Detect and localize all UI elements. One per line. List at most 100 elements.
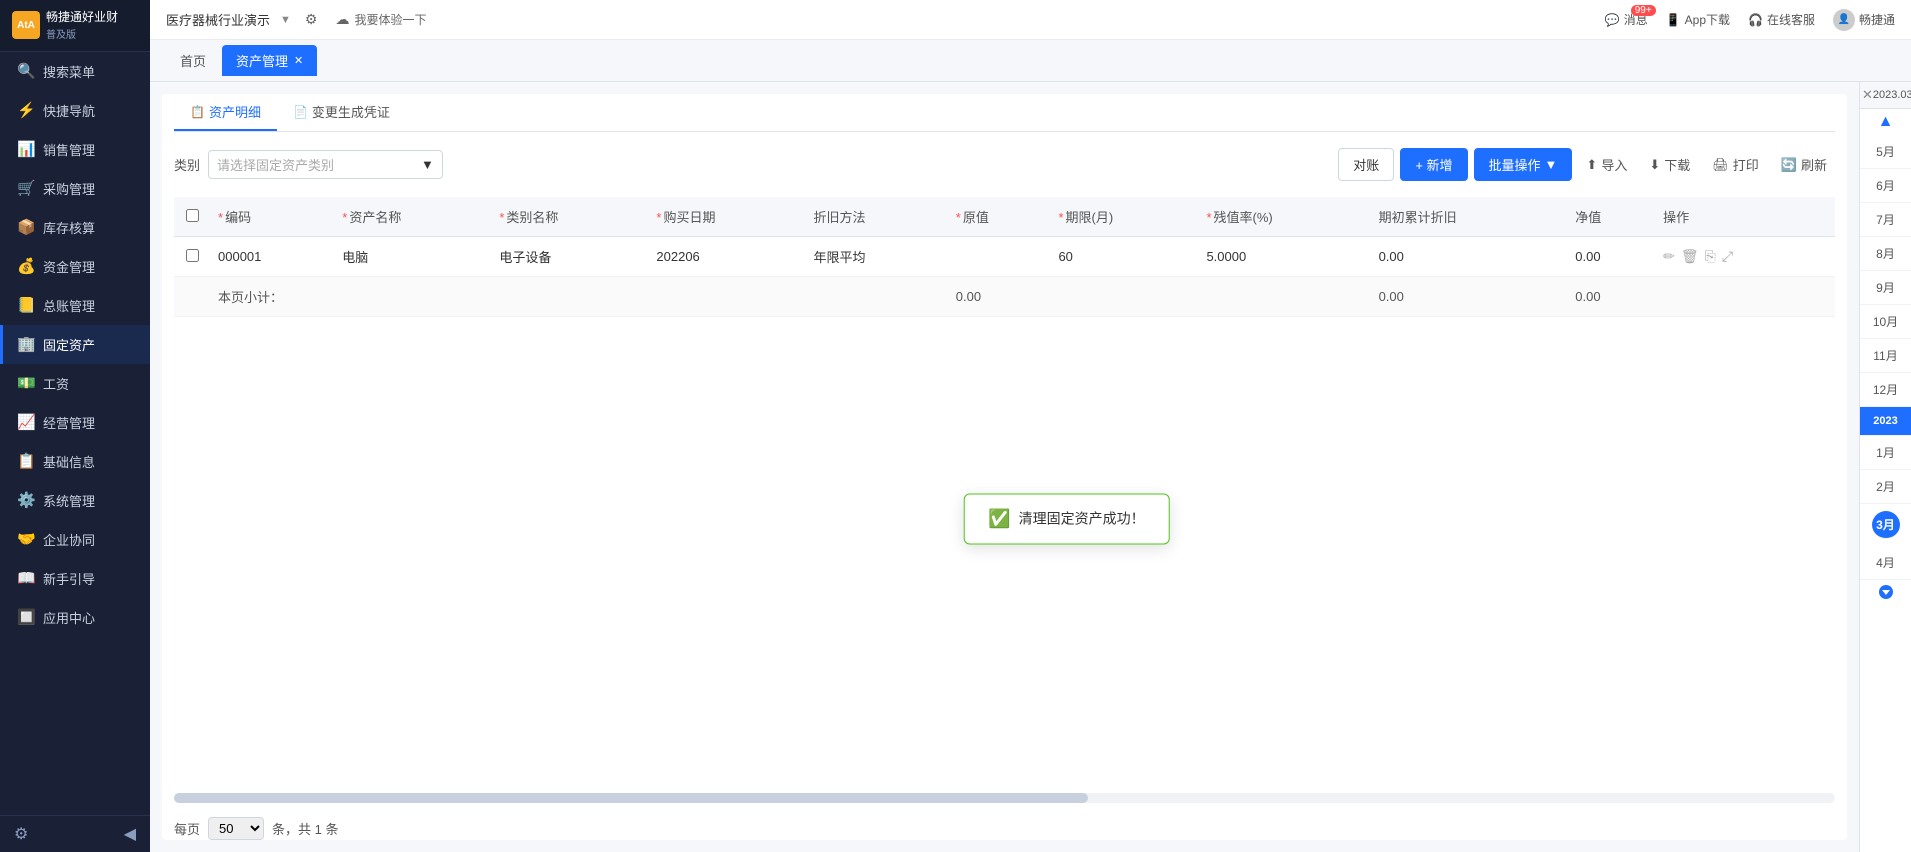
edit-icon[interactable]: ✏ (1663, 248, 1675, 265)
td-subtotal-period (1050, 277, 1198, 317)
new-button[interactable]: + 新增 (1400, 148, 1467, 181)
timeline-month-2[interactable]: 2月 (1860, 470, 1911, 504)
import-label: 导入 (1601, 155, 1627, 174)
timeline-month-6[interactable]: 6月 (1860, 169, 1911, 203)
system-icon: ⚙️ (17, 491, 35, 509)
timeline-month-8[interactable]: 8月 (1860, 237, 1911, 271)
td-checkbox (174, 237, 210, 277)
timeline-month-11[interactable]: 11月 (1860, 339, 1911, 373)
user-area[interactable]: 👤 畅捷通 (1833, 9, 1895, 31)
timeline-month-7[interactable]: 7月 (1860, 203, 1911, 237)
filter-category-label: 类别 (174, 155, 200, 174)
sidebar-item-label: 总账管理 (43, 296, 95, 315)
copy-icon[interactable]: ⎘ (1705, 248, 1716, 265)
scrollbar-thumb (174, 793, 1088, 803)
sidebar-item-quick-nav[interactable]: ⚡ 快捷导航 (0, 91, 150, 130)
timeline-month-4[interactable]: 4月 (1860, 546, 1911, 580)
right-panel-year: 2023.03 (1873, 89, 1911, 101)
topbar-right: 💬 消息 99+ 📱 App下载 🎧 在线客服 👤 畅捷通 (1605, 9, 1895, 31)
batch-button[interactable]: 批量操作 ▼ (1474, 148, 1573, 181)
enterprise-icon: 🤝 (17, 530, 35, 548)
th-actions: 操作 (1655, 197, 1835, 237)
td-category: 电子设备 (491, 237, 648, 277)
timeline-scroll[interactable]: ▲ 5月 6月 7月 8月 9月 10月 11月 12月 2023 1月 2月 … (1860, 109, 1911, 852)
app-download-icon: 📱 (1666, 13, 1681, 27)
sidebar-item-funds[interactable]: 💰 资金管理 (0, 247, 150, 286)
sidebar-item-fixed-assets[interactable]: 🏢 固定资产 (0, 325, 150, 364)
sidebar-item-ledger[interactable]: 📒 总账管理 (0, 286, 150, 325)
filter-category-select[interactable]: 请选择固定资产类别 ▼ (208, 150, 443, 179)
print-button[interactable]: 🖨 打印 (1704, 149, 1767, 180)
filter-category-placeholder: 请选择固定资产类别 (217, 155, 417, 174)
timeline-month-5[interactable]: 5月 (1860, 135, 1911, 169)
sidebar-item-label: 固定资产 (43, 335, 95, 354)
td-subtotal-checkbox (174, 277, 210, 317)
online-service-label: 在线客服 (1767, 11, 1815, 28)
print-label: 打印 (1733, 155, 1759, 174)
th-initial-accumulated: 期初累计折旧 (1371, 197, 1568, 237)
subtab-asset-detail[interactable]: 📋 资产明细 (174, 94, 277, 131)
subtab-change-voucher[interactable]: 📄 变更生成凭证 (277, 94, 406, 131)
salary-icon: 💵 (17, 374, 35, 392)
sidebar-item-basics[interactable]: 📋 基础信息 (0, 442, 150, 481)
tabbar: 首页 资产管理 ✕ (150, 40, 1911, 82)
select-all-checkbox[interactable] (186, 209, 199, 222)
apps-icon: 🔲 (17, 608, 35, 626)
td-subtotal-net: 0.00 (1567, 277, 1655, 317)
per-page-select[interactable]: 50 10 20 100 (208, 817, 264, 840)
th-period: *期限(月) (1050, 197, 1198, 237)
timeline-nav-up[interactable]: ▲ (1860, 109, 1911, 135)
sidebar-item-salary[interactable]: 💵 工资 (0, 364, 150, 403)
timeline-nav-down[interactable] (1860, 580, 1911, 609)
right-panel-close-icon[interactable]: ✕ (1862, 87, 1873, 103)
horizontal-scrollbar[interactable] (174, 793, 1835, 803)
sidebar-item-enterprise[interactable]: 🤝 企业协同 (0, 520, 150, 559)
td-subtotal-label: 本页小计： (210, 277, 948, 317)
message-button[interactable]: 💬 消息 99+ (1605, 11, 1648, 28)
subtabs: 📋 资产明细 📄 变更生成凭证 (174, 94, 1835, 132)
sidebar-item-label: 搜索菜单 (43, 62, 95, 81)
topbar: 医疗器械行业演示 ▼ ⚙ ☁ 我要体验一下 💬 消息 99+ 📱 App下载 🎧… (150, 0, 1911, 40)
settings-gear-icon[interactable]: ⚙ (305, 11, 318, 28)
experience-label[interactable]: 我要体验一下 (354, 11, 426, 28)
app-download-button[interactable]: 📱 App下载 (1666, 11, 1730, 28)
sidebar-item-operations[interactable]: 📈 经营管理 (0, 403, 150, 442)
reconcile-button[interactable]: 对账 (1338, 148, 1394, 181)
subtotal-label: 本页小计： (218, 290, 283, 305)
refresh-button[interactable]: 🔄 刷新 (1773, 149, 1835, 180)
company-dropdown-icon[interactable]: ▼ (280, 14, 291, 26)
download-button[interactable]: ⬇ 下载 (1641, 149, 1698, 180)
sidebar-item-search[interactable]: 🔍 搜索菜单 (0, 52, 150, 91)
timeline-month-1[interactable]: 1月 (1860, 436, 1911, 470)
tab-home[interactable]: 首页 (166, 45, 220, 76)
timeline-month-12[interactable]: 12月 (1860, 373, 1911, 407)
sidebar-collapse-icon[interactable]: ◀ (124, 824, 136, 844)
tab-close-icon[interactable]: ✕ (294, 54, 303, 67)
row-checkbox[interactable] (186, 249, 199, 262)
th-net-value: 净值 (1567, 197, 1655, 237)
timeline-month-9[interactable]: 9月 (1860, 271, 1911, 305)
delete-icon[interactable]: 🗑 (1681, 248, 1699, 265)
sidebar-item-apps[interactable]: 🔲 应用中心 (0, 598, 150, 637)
timeline-month-3-active[interactable]: 3月 (1872, 511, 1900, 539)
right-panel: ✕ 2023.03 ⛶ ▲ 5月 6月 7月 8月 9月 10月 11月 12月… (1859, 82, 1911, 852)
sidebar-item-label: 企业协同 (43, 530, 95, 549)
online-service-button[interactable]: 🎧 在线客服 (1748, 11, 1815, 28)
timeline-year-2023[interactable]: 2023 (1860, 407, 1911, 436)
company-name: 医疗器械行业演示 (166, 10, 270, 29)
logo-icon: AtA (12, 11, 40, 39)
tab-asset-mgmt[interactable]: 资产管理 ✕ (222, 45, 317, 76)
app-sub: 普及版 (46, 26, 118, 41)
timeline-month-10[interactable]: 10月 (1860, 305, 1911, 339)
sidebar-item-system[interactable]: ⚙️ 系统管理 (0, 481, 150, 520)
sidebar-item-guide[interactable]: 📖 新手引导 (0, 559, 150, 598)
import-button[interactable]: ⬆ 导入 (1578, 149, 1635, 180)
sidebar-item-label: 系统管理 (43, 491, 95, 510)
th-purchase-date: *购买日期 (648, 197, 805, 237)
th-depreciation: 折旧方法 (805, 197, 947, 237)
sidebar-settings-icon[interactable]: ⚙ (14, 824, 28, 844)
sidebar-item-sales[interactable]: 📊 销售管理 (0, 130, 150, 169)
more-icon[interactable]: ⤢ (1722, 248, 1733, 265)
sidebar-item-inventory[interactable]: 📦 库存核算 (0, 208, 150, 247)
sidebar-item-purchase[interactable]: 🛒 采购管理 (0, 169, 150, 208)
